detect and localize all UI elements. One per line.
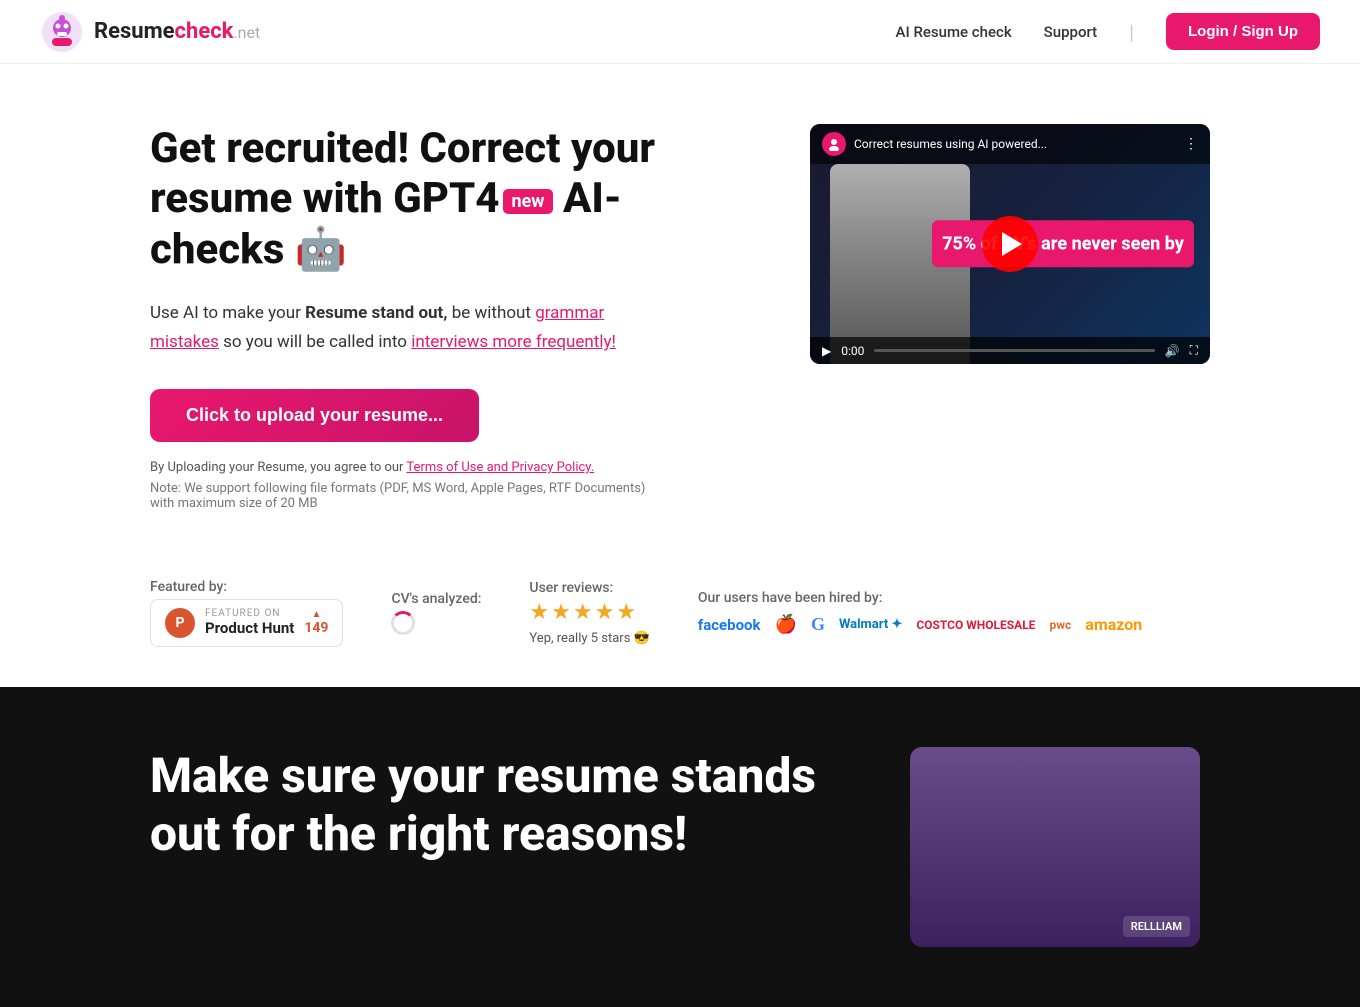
star-4: ★ [595, 600, 615, 625]
new-badge: new [503, 189, 552, 214]
avatar-icon [827, 137, 841, 151]
upload-resume-button[interactable]: Click to upload your resume... [150, 389, 479, 442]
terms-link[interactable]: Terms of Use and Privacy Policy. [406, 460, 594, 475]
cv-analyzed-block: CV's analyzed: [391, 591, 481, 635]
cv-label: CV's analyzed: [391, 591, 481, 607]
progress-bar[interactable] [874, 349, 1154, 352]
stats-row: Featured by: P FEATURED ON Product Hunt … [0, 551, 1360, 687]
logo-text: Resumecheck.net [94, 19, 260, 44]
featured-label: Featured by: [150, 579, 343, 595]
video-title-bar: Correct resumes using AI powered... ⋮ [810, 124, 1210, 164]
reviews-note: Yep, really 5 stars 😎 [529, 631, 649, 646]
navbar: Resumecheck.net AI Resume check Support … [0, 0, 1360, 64]
nav-divider: | [1129, 20, 1134, 44]
bottom-image: RELLLIAM [910, 747, 1200, 947]
ph-score-value: 149 [304, 620, 328, 636]
ph-info: FEATURED ON Product Hunt [205, 608, 294, 637]
nav-ai-link[interactable]: AI Resume check [896, 23, 1012, 41]
cv-spinner [391, 611, 415, 635]
video-play-button[interactable] [982, 216, 1038, 272]
star-5: ★ [616, 600, 636, 625]
desc-text2: be without [448, 303, 536, 323]
user-reviews-block: User reviews: ★ ★ ★ ★ ★ Yep, really 5 st… [529, 580, 649, 646]
video-title: Correct resumes using AI powered... [854, 137, 1176, 151]
interviews-link[interactable]: interviews more frequently! [411, 332, 616, 352]
hero-section: Get recruited! Correct your resume with … [0, 64, 1360, 551]
note-text: Note: We support following file formats … [150, 481, 670, 511]
ph-featured-text: FEATURED ON [205, 608, 294, 619]
companies-logos: facebook 🍎 G Walmart ✦ COSTCO WHOLESALE … [698, 614, 1142, 635]
companies-block: Our users have been hired by: facebook 🍎… [698, 590, 1142, 635]
bottom-right: RELLLIAM [910, 747, 1210, 947]
ph-score: ▲ 149 [304, 609, 328, 636]
desc-text3: so you will be called into [219, 332, 411, 352]
bottom-section: Make sure your resume stands out for the… [0, 687, 1360, 1007]
volume-icon[interactable]: 🔊 [1165, 344, 1180, 358]
bottom-title-line1: Make sure your resume stands [150, 747, 816, 804]
bottom-image-badge: RELLLIAM [1123, 916, 1190, 937]
nav-support-link[interactable]: Support [1044, 23, 1097, 41]
hired-label: Our users have been hired by: [698, 590, 1142, 606]
star-1: ★ [529, 600, 549, 625]
stars-rating: ★ ★ ★ ★ ★ [529, 600, 649, 625]
apple-logo: 🍎 [775, 614, 797, 635]
logo-link[interactable]: Resumecheck.net [40, 10, 260, 54]
desc-text1: Use AI to make your [150, 303, 305, 323]
logo-icon [40, 10, 84, 54]
video-more-icon[interactable]: ⋮ [1184, 136, 1198, 152]
video-controls: ▶ 0:00 🔊 ⛶ [810, 337, 1210, 364]
hero-left: Get recruited! Correct your resume with … [150, 124, 670, 511]
desc-strong: Resume stand out, [305, 303, 447, 323]
bottom-title-line2: out for the right reasons! [150, 805, 687, 862]
costco-logo: COSTCO WHOLESALE [916, 618, 1035, 632]
google-logo: G [811, 614, 825, 635]
facebook-logo: facebook [698, 616, 761, 634]
login-signup-button[interactable]: Login / Sign Up [1166, 13, 1320, 50]
reviews-label: User reviews: [529, 580, 649, 596]
star-3: ★ [573, 600, 593, 625]
featured-block: Featured by: P FEATURED ON Product Hunt … [150, 579, 343, 647]
ph-name: Product Hunt [205, 619, 294, 637]
pwc-logo: pwc [1049, 618, 1071, 632]
video-container: Correct resumes using AI powered... ⋮ 75… [810, 124, 1210, 364]
hero-title: Get recruited! Correct your resume with … [150, 124, 670, 275]
bottom-title: Make sure your resume stands out for the… [150, 747, 870, 862]
nav-links: AI Resume check Support | Login / Sign U… [896, 13, 1320, 50]
hero-description: Use AI to make your Resume stand out, be… [150, 299, 670, 357]
walmart-logo: Walmart ✦ [839, 617, 902, 632]
play-icon[interactable]: ▶ [822, 344, 831, 358]
bottom-left: Make sure your resume stands out for the… [150, 747, 870, 862]
ph-logo: P [165, 608, 195, 638]
star-2: ★ [551, 600, 571, 625]
terms-pre: By Uploading your Resume, you agree to o… [150, 460, 406, 475]
fullscreen-icon[interactable]: ⛶ [1190, 343, 1198, 358]
video-overlay-text: 75% of CV's are never seen by [932, 220, 1194, 267]
video-avatar [822, 132, 846, 156]
hero-right: Correct resumes using AI powered... ⋮ 75… [810, 124, 1210, 364]
video-thumbnail: Correct resumes using AI powered... ⋮ 75… [810, 124, 1210, 364]
amazon-logo: amazon [1085, 615, 1142, 634]
ph-arrow-icon: ▲ [311, 609, 321, 620]
video-timestamp: 0:00 [841, 344, 864, 358]
terms-text: By Uploading your Resume, you agree to o… [150, 460, 670, 475]
product-hunt-badge[interactable]: P FEATURED ON Product Hunt ▲ 149 [150, 599, 343, 647]
